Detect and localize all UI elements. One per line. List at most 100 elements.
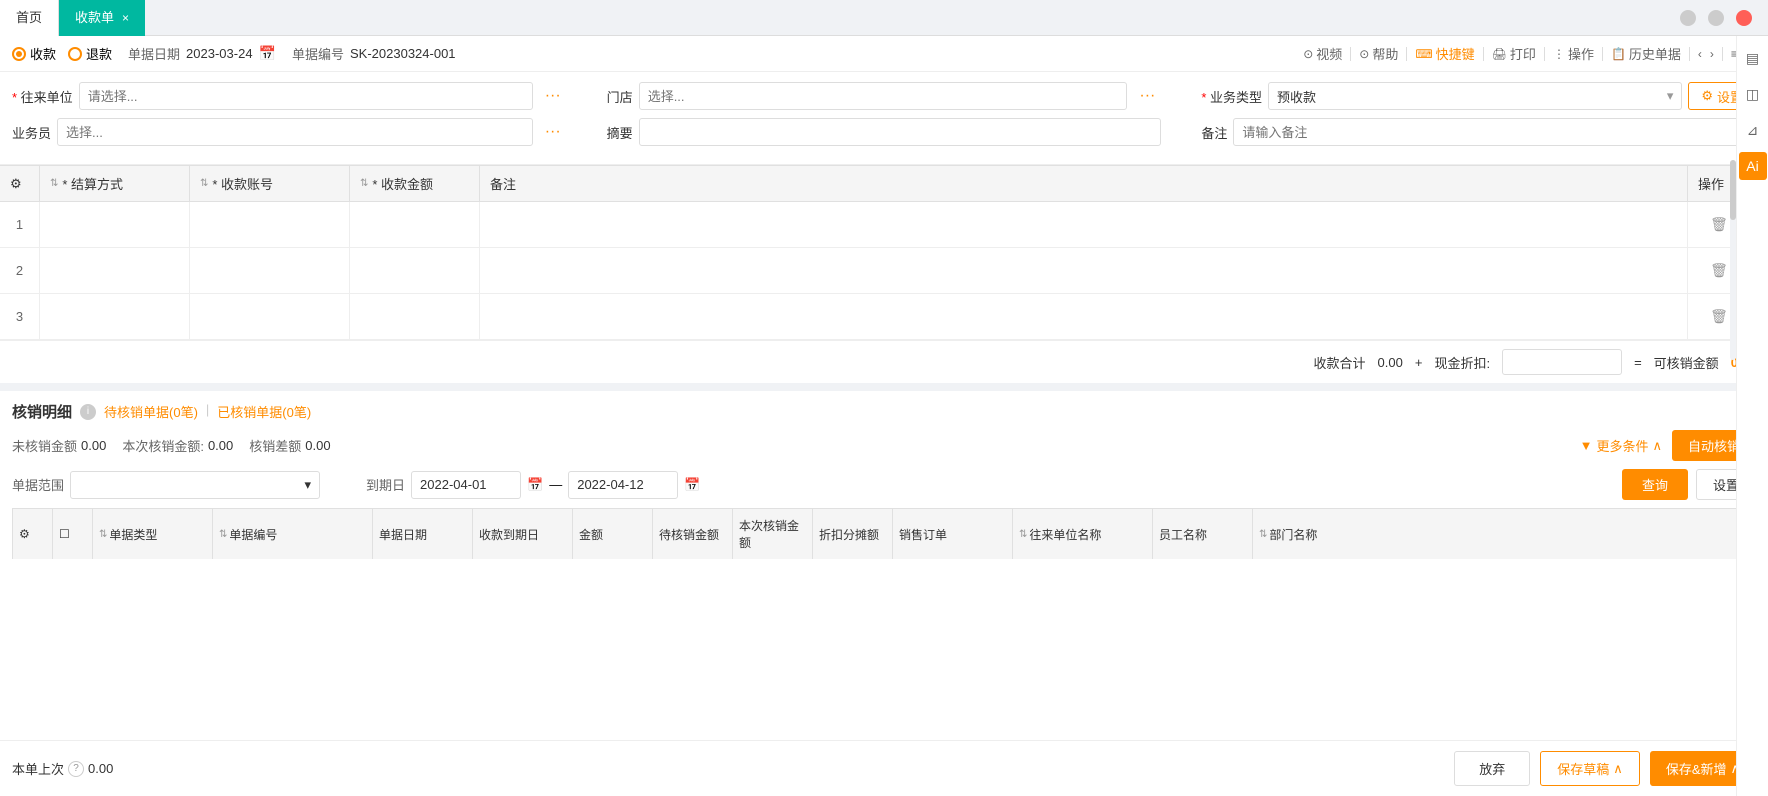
delete-icon-1[interactable]: 🗑	[1710, 216, 1728, 233]
radio-receive[interactable]: 收款	[12, 44, 56, 63]
radio-group: 收款 退款	[12, 44, 112, 63]
partner-input[interactable]	[79, 82, 533, 110]
filter-actions: ▼ 更多条件 ∧ 自动核销	[1580, 430, 1756, 461]
calendar-from-icon[interactable]: 📅	[527, 477, 543, 493]
divider2	[1406, 47, 1407, 61]
calendar-to-icon[interactable]: 📅	[684, 477, 700, 493]
discount-label: 现金折扣:	[1434, 353, 1490, 372]
th-amount: ⇅ * 收款金额	[350, 166, 480, 201]
delete-icon-3[interactable]: 🗑	[1710, 308, 1728, 325]
doc-number-value: SK-20230324-001	[350, 46, 456, 61]
section-title-text: 核销明细	[12, 401, 72, 422]
table-header: ⚙ ⇅ * 结算方式 ⇅ * 收款账号 ⇅ * 收款金额 备注 操作	[0, 165, 1768, 202]
bth-gear[interactable]: ⚙	[13, 509, 53, 559]
bth-due: 收款到期日	[473, 509, 573, 559]
remark-input[interactable]	[1233, 118, 1756, 146]
hexiao-tab-group: 待核销单据(0笔) | 已核销单据(0笔)	[104, 402, 311, 421]
bth-check[interactable]: ☐	[53, 509, 93, 559]
history-button[interactable]: 📋 历史单据	[1611, 44, 1681, 63]
sort-icon-3: ⇅	[360, 178, 368, 189]
sidebar-table-icon[interactable]: ▤	[1739, 44, 1767, 72]
row-2-amount[interactable]	[350, 248, 480, 293]
hexiao-info-icon[interactable]: i	[80, 404, 96, 420]
save-draft-button[interactable]: 保存草稿 ∧	[1540, 751, 1640, 786]
close-button[interactable]	[1736, 10, 1752, 26]
tab-divider: |	[206, 402, 209, 421]
date-from-input[interactable]	[411, 471, 521, 499]
row-3-remark[interactable]	[480, 294, 1688, 339]
print-button[interactable]: 🖨 打印	[1492, 44, 1536, 63]
video-button[interactable]: ⊙ 视频	[1303, 44, 1342, 63]
row-1-amount[interactable]	[350, 202, 480, 247]
last-order-info-icon[interactable]: ?	[68, 761, 84, 777]
row-3-amount[interactable]	[350, 294, 480, 339]
th-gear[interactable]: ⚙	[0, 166, 40, 201]
tab-active[interactable]: 收款单 ×	[59, 0, 145, 36]
pending-tab[interactable]: 待核销单据(0笔)	[104, 402, 198, 421]
right-sidebar: ▤ ◫ ⊿ Ai	[1736, 36, 1768, 796]
divider3	[1483, 47, 1484, 61]
row-2-remark[interactable]	[480, 248, 1688, 293]
bth-employee: 员工名称	[1153, 509, 1253, 559]
table-row: 2 🗑 ⧉	[0, 248, 1768, 294]
tab-close-icon[interactable]: ×	[122, 0, 129, 36]
partner-more-btn[interactable]: ···	[539, 87, 567, 105]
divider6	[1689, 47, 1690, 61]
business-type-select[interactable]: 预收款 ▾	[1268, 82, 1682, 110]
radio-dot-refund	[68, 47, 82, 61]
divider4	[1544, 47, 1545, 61]
calendar-icon[interactable]: 📅	[259, 45, 276, 62]
maximize-button[interactable]	[1708, 10, 1724, 26]
delete-icon-2[interactable]: 🗑	[1710, 262, 1728, 279]
partner-label: 往来单位	[12, 87, 73, 106]
salesperson-field: 业务员 ···	[12, 118, 567, 146]
minimize-button[interactable]	[1680, 10, 1696, 26]
discount-input[interactable]	[1502, 349, 1622, 375]
abandon-button[interactable]: 放弃	[1454, 751, 1530, 786]
query-button[interactable]: 查询	[1622, 469, 1688, 500]
tab-home[interactable]: 首页	[0, 0, 59, 36]
stats-row: 未核销金额 0.00 本次核销金额: 0.00 核销差额 0.00 ▼ 更多条件…	[12, 430, 1756, 461]
radio-refund[interactable]: 退款	[68, 44, 112, 63]
row-3-settlement[interactable]	[40, 294, 190, 339]
table-row: 1 🗑 ⧉	[0, 202, 1768, 248]
row-3-account[interactable]	[190, 294, 350, 339]
main-container: 收款 退款 单据日期 2023-03-24 📅 单据编号 SK-20230324…	[0, 36, 1768, 796]
sidebar-link-icon[interactable]: ⊿	[1739, 116, 1767, 144]
remark-label: 备注	[1201, 123, 1227, 142]
done-tab[interactable]: 已核销单据(0笔)	[217, 402, 311, 421]
uncancelled-value: 0.00	[81, 438, 106, 453]
nav-next-button[interactable]: ›	[1710, 47, 1714, 61]
row-2-account[interactable]	[190, 248, 350, 293]
table-body: 1 🗑 ⧉ 2 🗑 ⧉	[0, 202, 1768, 340]
salesperson-input[interactable]	[57, 118, 533, 146]
salesperson-more-btn[interactable]: ···	[539, 123, 567, 141]
date-to-input[interactable]	[568, 471, 678, 499]
store-input[interactable]	[639, 82, 1128, 110]
due-date-label: 到期日	[366, 475, 405, 494]
row-1-remark[interactable]	[480, 202, 1688, 247]
range-chevron-icon: ▾	[304, 477, 311, 493]
more-filter-button[interactable]: ▼ 更多条件 ∧	[1580, 436, 1662, 455]
shortcut-button[interactable]: ⌨ 快捷键	[1415, 44, 1474, 63]
uncancelled-field: 未核销金额 0.00	[12, 436, 106, 455]
divider5	[1602, 47, 1603, 61]
help-button[interactable]: ⊙ 帮助	[1359, 44, 1398, 63]
row-2-settlement[interactable]	[40, 248, 190, 293]
row-1-account[interactable]	[190, 202, 350, 247]
range-select[interactable]: ▾	[70, 471, 320, 499]
bth-discount: 折扣分摊额	[813, 509, 893, 559]
section-divider	[0, 383, 1768, 391]
doc-date-value: 2023-03-24	[186, 46, 253, 61]
row-1-settlement[interactable]	[40, 202, 190, 247]
store-more-btn[interactable]: ···	[1133, 87, 1161, 105]
summary-input[interactable]	[639, 118, 1162, 146]
nav-prev-button[interactable]: ‹	[1698, 47, 1702, 61]
toolbar-row: 收款 退款 单据日期 2023-03-24 📅 单据编号 SK-20230324…	[0, 36, 1768, 72]
bth-date: 单据日期	[373, 509, 473, 559]
operation-button[interactable]: ⋮ 操作	[1553, 44, 1594, 63]
business-type-label: 业务类型	[1201, 87, 1262, 106]
sidebar-ai-icon[interactable]: Ai	[1739, 152, 1767, 180]
current-label: 本次核销金额:	[122, 436, 204, 455]
sidebar-doc-icon[interactable]: ◫	[1739, 80, 1767, 108]
